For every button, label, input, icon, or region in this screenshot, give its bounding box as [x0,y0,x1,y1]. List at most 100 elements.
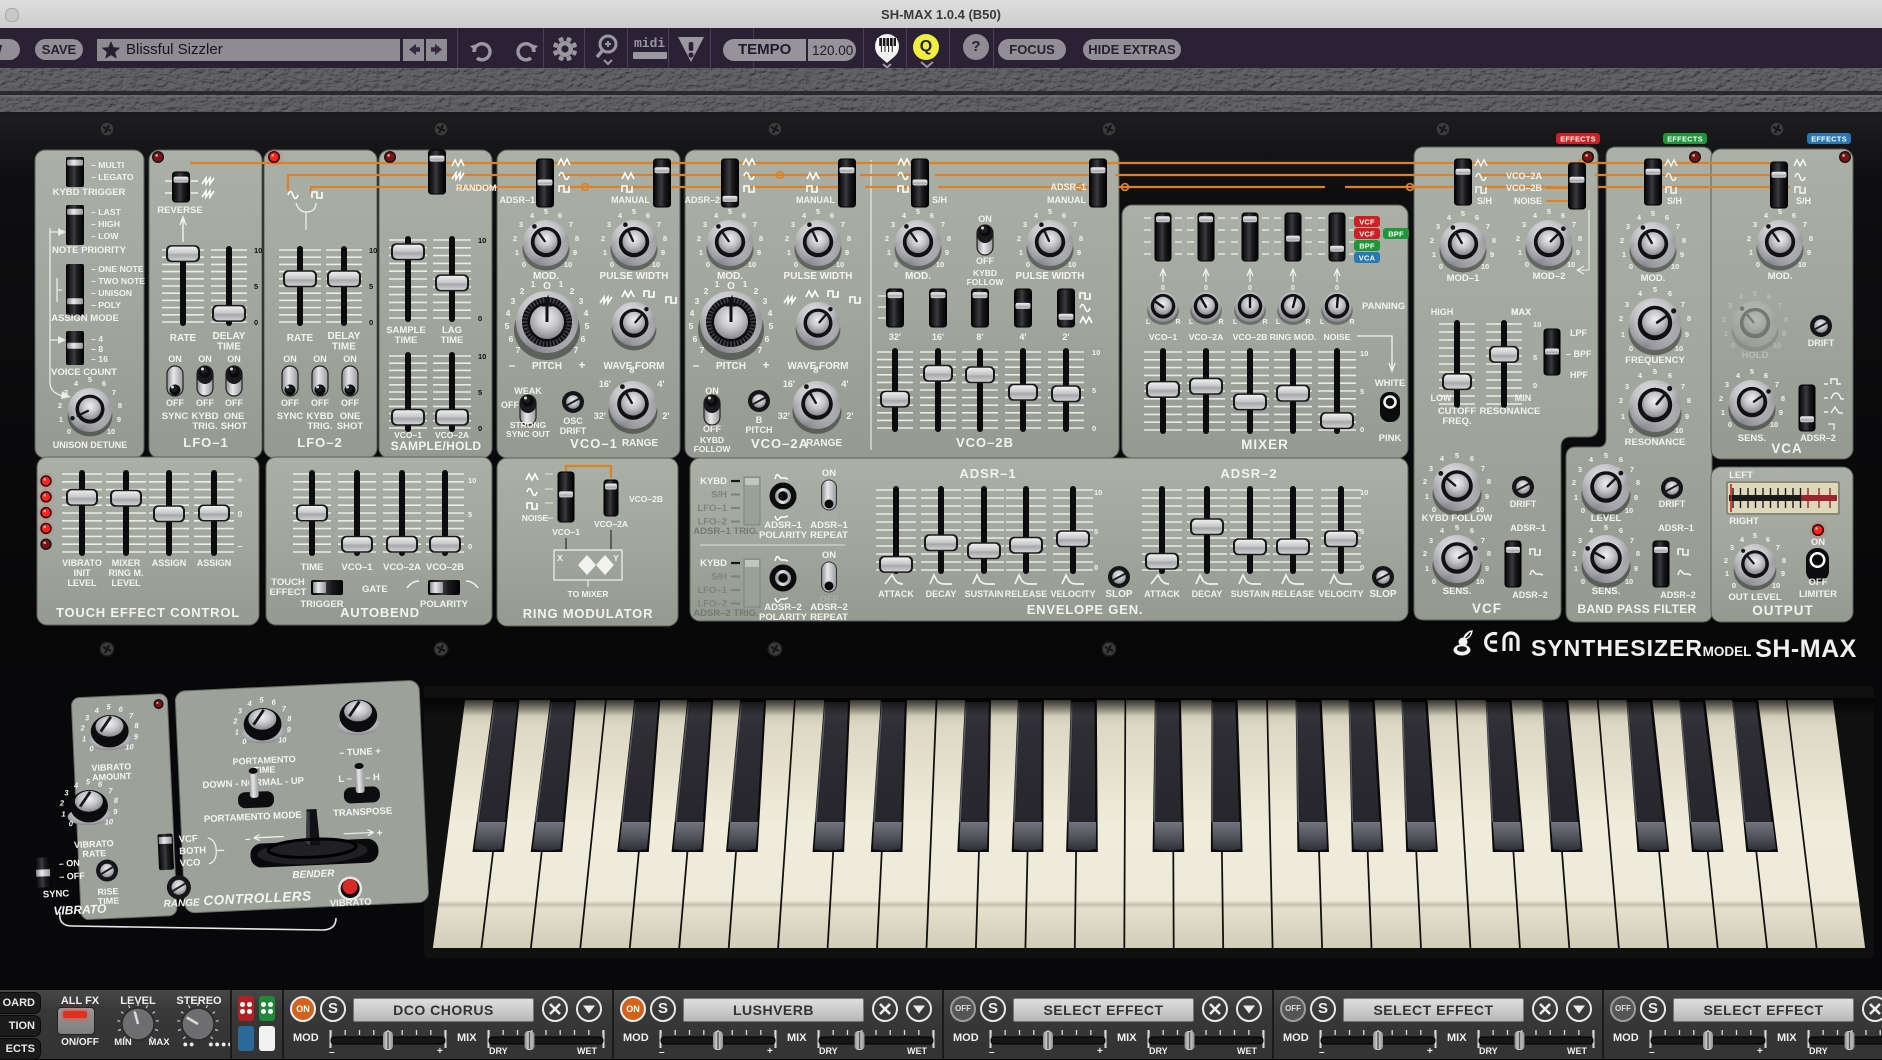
svg-text:9: 9 [1485,564,1489,573]
svg-text:MOD.: MOD. [1768,271,1793,282]
svg-text:– POLY: – POLY [91,300,121,310]
svg-text:0: 0 [254,318,258,327]
svg-text:FOLLOW: FOLLOW [967,277,1005,287]
svg-text:WHITE: WHITE [1375,378,1406,389]
svg-text:OFF: OFF [501,400,519,410]
svg-text:VCO–2A: VCO–2A [383,562,421,573]
svg-text:TIME: TIME [395,335,418,346]
svg-text:6: 6 [558,211,562,220]
svg-text:3: 3 [763,296,768,306]
svg-text:10: 10 [1092,348,1100,357]
svg-text:SYNC: SYNC [162,411,189,422]
svg-text:0: 0 [1629,344,1633,353]
svg-text:1: 1 [1724,329,1728,338]
svg-text:RANGE: RANGE [622,438,658,449]
svg-text:VCO–2B: VCO–2B [629,494,663,504]
svg-text:32': 32' [594,411,606,421]
svg-text:7: 7 [1676,222,1680,231]
svg-text:SHOT: SHOT [221,421,248,432]
svg-text:10: 10 [652,260,660,269]
svg-text:ASSIGN: ASSIGN [197,558,232,568]
svg-text:S/H: S/H [1667,196,1682,206]
svg-text:3: 3 [1725,380,1729,389]
svg-text:2: 2 [58,401,62,410]
svg-text:TRIG.: TRIG. [192,421,217,432]
svg-text:3: 3 [1429,464,1433,473]
svg-text:TIME: TIME [217,342,241,353]
svg-text:8: 8 [1782,556,1786,565]
svg-text:VCO–2A: VCO–2A [751,436,809,451]
svg-text:8: 8 [759,234,763,243]
svg-text:7: 7 [1630,536,1634,545]
svg-text:0: 0 [1525,260,1529,269]
svg-text:9: 9 [757,248,761,257]
svg-text:2: 2 [1722,315,1726,324]
svg-text:SYNC: SYNC [43,888,70,900]
svg-text:– TUNE +: – TUNE + [339,746,382,759]
svg-text:8: 8 [1636,478,1640,487]
svg-text:6: 6 [1767,292,1771,301]
svg-text:16': 16' [932,332,944,342]
svg-text:SAMPLE/HOLD: SAMPLE/HOLD [391,439,482,453]
svg-text:10: 10 [278,735,288,744]
svg-text:ADSR–1: ADSR–1 [1510,523,1546,533]
svg-text:1: 1 [887,248,891,257]
svg-text:5: 5 [728,207,732,216]
svg-text:BPF: BPF [1388,230,1404,239]
svg-text:3: 3 [1625,300,1629,309]
svg-text:SENS.: SENS. [1738,433,1767,444]
svg-text:8': 8' [976,332,983,342]
svg-text:L: L [1233,319,1238,326]
svg-text:6: 6 [830,211,834,220]
svg-text:9: 9 [1807,248,1811,257]
svg-text:0: 0 [1092,424,1096,433]
svg-text:6: 6 [102,379,106,388]
svg-text:7: 7 [1073,220,1077,229]
svg-text:5: 5 [1455,523,1459,532]
svg-text:TO MIXER: TO MIXER [568,589,609,599]
svg-text:9: 9 [1485,492,1489,501]
svg-text:VIBRATO: VIBRATO [330,897,372,910]
svg-text:10: 10 [1625,577,1633,586]
svg-text:BPF: BPF [1359,242,1375,251]
svg-text:5: 5 [1778,207,1782,216]
svg-text:5: 5 [1604,451,1608,460]
svg-text:ADSR–2: ADSR–2 [1220,466,1277,481]
svg-text:O: O [543,281,551,292]
svg-text:MAX: MAX [1511,307,1531,317]
svg-text:6: 6 [1766,535,1770,544]
svg-text:2: 2 [1423,477,1427,486]
svg-text:L: L [1276,319,1281,326]
svg-text:+: + [762,358,769,372]
svg-text:SLOP: SLOP [1369,589,1397,600]
svg-text:0: 0 [1756,260,1760,269]
svg-text:REVERSE: REVERSE [157,205,202,216]
svg-text:KYBD: KYBD [700,558,727,569]
svg-text:VELOCITY: VELOCITY [1050,589,1095,599]
svg-text:0: 0 [478,314,482,323]
svg-text:NOISE: NOISE [1323,332,1350,342]
svg-text:LOW: LOW [1431,393,1452,403]
svg-text:SYNTHESIZER: SYNTHESIZER [1531,635,1703,661]
svg-text:5: 5 [1360,387,1364,396]
svg-text:ADSR–1 TRIG.: ADSR–1 TRIG. [693,526,758,537]
svg-text:1: 1 [559,279,564,289]
svg-text:RATE: RATE [287,333,314,344]
svg-text:VCO: VCO [180,857,201,869]
svg-text:8: 8 [118,401,122,410]
svg-text:5: 5 [1750,367,1754,376]
svg-text:7: 7 [1481,464,1485,473]
svg-text:8: 8 [1079,234,1083,243]
svg-text:SUSTAIN: SUSTAIN [1231,589,1270,599]
svg-text:10: 10 [1094,488,1102,497]
svg-text:SLOP: SLOP [1105,589,1133,600]
svg-text:ENVELOPE GEN.: ENVELOPE GEN. [1027,602,1144,617]
svg-text:1: 1 [515,248,519,257]
svg-text:2: 2 [704,286,709,296]
svg-text:RING M.: RING M. [109,568,144,578]
svg-text:10: 10 [1772,581,1780,590]
svg-text:0: 0 [610,260,614,269]
svg-text:2: 2 [1620,236,1624,245]
svg-text:2: 2 [785,234,789,243]
svg-text:4': 4' [1019,332,1026,342]
